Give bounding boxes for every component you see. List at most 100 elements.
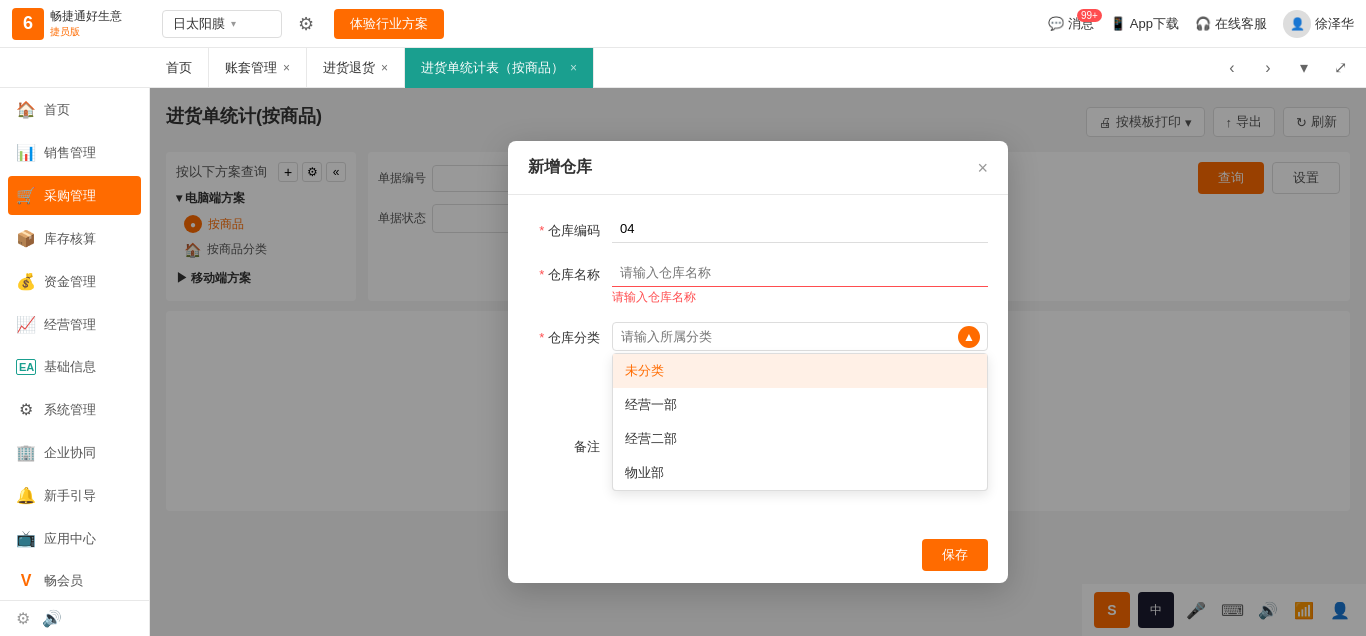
tab-next-button[interactable]: › bbox=[1254, 54, 1282, 82]
tab-purchase-return-label: 进货退货 bbox=[323, 59, 375, 77]
modal-footer: 保存 bbox=[508, 527, 1008, 583]
user-button[interactable]: 👤 徐泽华 bbox=[1283, 10, 1354, 38]
sidebar-item-system[interactable]: ⚙ 系统管理 bbox=[0, 388, 149, 431]
appcenter-icon: 📺 bbox=[16, 529, 36, 548]
sidebar-label-appcenter: 应用中心 bbox=[44, 530, 96, 548]
sidebar-label-operations: 经营管理 bbox=[44, 316, 96, 334]
warehouse-code-label: 仓库编码 bbox=[528, 215, 600, 240]
tab-purchase-stats-label: 进货单统计表（按商品） bbox=[421, 59, 564, 77]
add-warehouse-modal: 新增仓库 × 仓库编码 仓库名称 bbox=[508, 141, 1008, 583]
warehouse-category-row: 仓库分类 ▲ 未分类 经营一部 经营二部 物业部 bbox=[528, 322, 988, 351]
logo-area: 6 畅捷通好生意 捷员版 bbox=[12, 8, 162, 40]
tab-purchase-return[interactable]: 进货退货 × bbox=[307, 48, 405, 88]
warehouse-name-input[interactable] bbox=[612, 259, 988, 287]
messages-button[interactable]: 💬 消息 99+ bbox=[1048, 15, 1094, 33]
sales-icon: 📊 bbox=[16, 143, 36, 162]
sidebar-item-enterprise[interactable]: 🏢 企业协同 bbox=[0, 431, 149, 474]
tab-account[interactable]: 账套管理 × bbox=[209, 48, 307, 88]
headset-icon: 🎧 bbox=[1195, 16, 1211, 31]
message-icon: 💬 bbox=[1048, 16, 1064, 31]
tab-account-label: 账套管理 bbox=[225, 59, 277, 77]
main-layout: 🏠 首页 📊 销售管理 🛒 采购管理 📦 库存核算 💰 资金管理 📈 经营管理 … bbox=[0, 88, 1366, 636]
sidebar-item-sales[interactable]: 📊 销售管理 bbox=[0, 131, 149, 174]
sidebar-label-purchase: 采购管理 bbox=[44, 187, 96, 205]
category-select-wrapper: ▲ 未分类 经营一部 经营二部 物业部 bbox=[612, 322, 988, 351]
settings-gear-button[interactable]: ⚙ bbox=[290, 8, 322, 40]
sidebar-label-inventory: 库存核算 bbox=[44, 230, 96, 248]
tab-purchase-stats-close[interactable]: × bbox=[570, 61, 577, 75]
dropdown-item-ops1[interactable]: 经营一部 bbox=[613, 388, 987, 422]
basics-icon: EA bbox=[16, 359, 36, 375]
notes-label: 备注 bbox=[528, 431, 600, 456]
app-download-label: App下载 bbox=[1130, 15, 1179, 33]
category-input[interactable] bbox=[612, 322, 988, 351]
tab-bar: 首页 账套管理 × 进货退货 × 进货单统计表（按商品） × ‹ › ▾ ⤢ bbox=[0, 48, 1366, 88]
warehouse-name-error: 请输入仓库名称 bbox=[612, 289, 988, 306]
guide-icon: 🔔 bbox=[16, 486, 36, 505]
sidebar-label-member: 畅会员 bbox=[44, 572, 83, 590]
modal-header: 新增仓库 × bbox=[508, 141, 1008, 195]
sidebar-item-purchase[interactable]: 🛒 采购管理 bbox=[8, 176, 141, 215]
system-icon: ⚙ bbox=[16, 400, 36, 419]
dropdown-item-property[interactable]: 物业部 bbox=[613, 456, 987, 490]
enterprise-icon: 🏢 bbox=[16, 443, 36, 462]
warehouse-category-label: 仓库分类 bbox=[528, 322, 600, 347]
content-area: 进货单统计(按商品) 🖨 按模板打印 ▾ ↑ 导出 ↻ 刷新 bbox=[150, 88, 1366, 636]
category-dropdown-toggle[interactable]: ▲ bbox=[958, 326, 980, 348]
tab-home-label: 首页 bbox=[166, 59, 192, 77]
inventory-icon: 📦 bbox=[16, 229, 36, 248]
member-icon: V bbox=[16, 572, 36, 590]
sidebar-item-inventory[interactable]: 📦 库存核算 bbox=[0, 217, 149, 260]
logo-text: 畅捷通好生意 捷员版 bbox=[50, 9, 122, 38]
field-warehouse-code: 仓库编码 bbox=[528, 215, 988, 243]
modal-title: 新增仓库 bbox=[528, 157, 592, 178]
warehouse-code-row: 仓库编码 bbox=[528, 215, 988, 243]
sidebar-label-guide: 新手引导 bbox=[44, 487, 96, 505]
store-selector[interactable]: 日太阳膜 ▾ bbox=[162, 10, 282, 38]
sidebar-item-member[interactable]: V 畅会员 bbox=[0, 560, 149, 602]
mobile-icon: 📱 bbox=[1110, 16, 1126, 31]
store-dropdown-arrow: ▾ bbox=[231, 18, 236, 29]
tab-purchase-return-close[interactable]: × bbox=[381, 61, 388, 75]
home-icon: 🏠 bbox=[16, 100, 36, 119]
sidebar-label-system: 系统管理 bbox=[44, 401, 96, 419]
dropdown-item-unclassified[interactable]: 未分类 bbox=[613, 354, 987, 388]
tab-purchase-stats[interactable]: 进货单统计表（按商品） × bbox=[405, 48, 594, 88]
tab-prev-button[interactable]: ‹ bbox=[1218, 54, 1246, 82]
sidebar-item-operations[interactable]: 📈 经营管理 bbox=[0, 303, 149, 346]
trial-button[interactable]: 体验行业方案 bbox=[334, 9, 444, 39]
sidebar-speaker-icon[interactable]: 🔊 bbox=[42, 609, 62, 628]
sidebar: 🏠 首页 📊 销售管理 🛒 采购管理 📦 库存核算 💰 资金管理 📈 经营管理 … bbox=[0, 88, 150, 636]
sidebar-item-home[interactable]: 🏠 首页 bbox=[0, 88, 149, 131]
warehouse-name-label: 仓库名称 bbox=[528, 259, 600, 284]
field-warehouse-name: 仓库名称 请输入仓库名称 bbox=[528, 259, 988, 306]
sidebar-settings-icon[interactable]: ⚙ bbox=[16, 609, 30, 628]
modal-save-button[interactable]: 保存 bbox=[922, 539, 988, 571]
operations-icon: 📈 bbox=[16, 315, 36, 334]
app-logo-icon: 6 bbox=[12, 8, 44, 40]
app-download-button[interactable]: 📱 App下载 bbox=[1110, 15, 1179, 33]
user-avatar: 👤 bbox=[1283, 10, 1311, 38]
dropdown-item-ops2[interactable]: 经营二部 bbox=[613, 422, 987, 456]
sidebar-item-basics[interactable]: EA 基础信息 bbox=[0, 346, 149, 388]
tab-account-close[interactable]: × bbox=[283, 61, 290, 75]
sidebar-item-finance[interactable]: 💰 资金管理 bbox=[0, 260, 149, 303]
warehouse-name-row: 仓库名称 bbox=[528, 259, 988, 287]
sidebar-footer: ⚙ 🔊 bbox=[0, 600, 150, 636]
online-service-button[interactable]: 🎧 在线客服 bbox=[1195, 15, 1267, 33]
sidebar-label-enterprise: 企业协同 bbox=[44, 444, 96, 462]
tab-home[interactable]: 首页 bbox=[150, 48, 209, 88]
messages-badge: 99+ bbox=[1077, 9, 1102, 22]
store-name: 日太阳膜 bbox=[173, 15, 225, 33]
sidebar-label-finance: 资金管理 bbox=[44, 273, 96, 291]
tab-expand-button[interactable]: ⤢ bbox=[1326, 54, 1354, 82]
warehouse-code-input[interactable] bbox=[612, 215, 988, 243]
header-right: 💬 消息 99+ 📱 App下载 🎧 在线客服 👤 徐泽华 bbox=[1048, 10, 1354, 38]
sidebar-item-guide[interactable]: 🔔 新手引导 bbox=[0, 474, 149, 517]
purchase-icon: 🛒 bbox=[16, 186, 36, 205]
tab-menu-button[interactable]: ▾ bbox=[1290, 54, 1318, 82]
modal-close-button[interactable]: × bbox=[977, 159, 988, 177]
online-service-label: 在线客服 bbox=[1215, 15, 1267, 33]
top-header: 6 畅捷通好生意 捷员版 日太阳膜 ▾ ⚙ 体验行业方案 💬 消息 99+ 📱 … bbox=[0, 0, 1366, 48]
sidebar-item-appcenter[interactable]: 📺 应用中心 bbox=[0, 517, 149, 560]
